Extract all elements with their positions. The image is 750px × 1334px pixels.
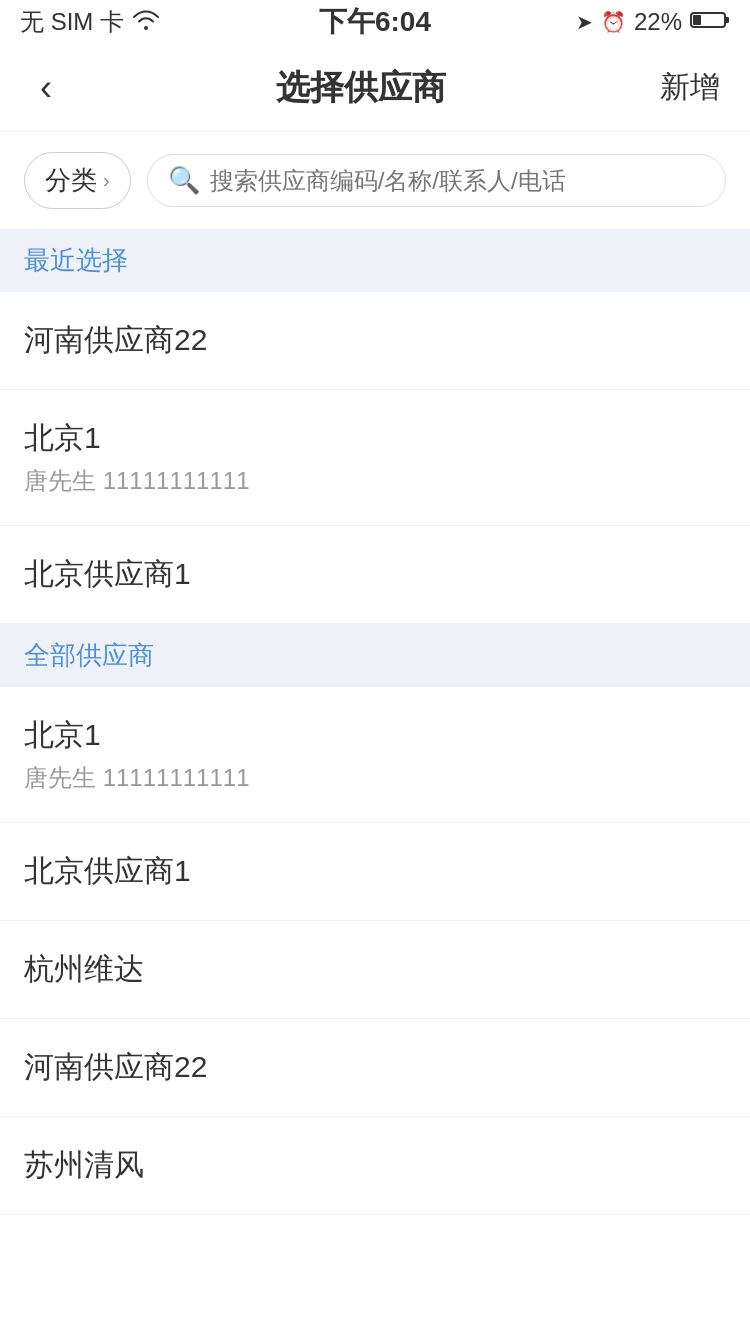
no-sim-text: 无 SIM 卡 xyxy=(20,6,124,38)
section-header-text-all: 全部供应商 xyxy=(24,640,154,670)
category-label: 分类 xyxy=(45,163,97,198)
item-name: 北京供应商1 xyxy=(24,851,726,892)
item-name: 河南供应商22 xyxy=(24,320,726,361)
list-item[interactable]: 苏州清风 xyxy=(0,1117,750,1215)
battery-icon xyxy=(690,8,730,36)
item-name: 北京1 xyxy=(24,418,726,459)
item-name: 杭州维达 xyxy=(24,949,726,990)
item-name: 河南供应商22 xyxy=(24,1047,726,1088)
section-header-all: 全部供应商 xyxy=(0,624,750,687)
list-item[interactable]: 杭州维达 xyxy=(0,921,750,1019)
search-box: 🔍 xyxy=(147,154,726,207)
search-input[interactable] xyxy=(210,167,705,195)
back-button[interactable]: ‹ xyxy=(30,57,62,119)
status-left: 无 SIM 卡 xyxy=(20,6,160,38)
item-name: 北京供应商1 xyxy=(24,554,726,595)
page-title: 选择供应商 xyxy=(276,65,446,111)
svg-rect-2 xyxy=(693,15,701,25)
list-item[interactable]: 北京供应商1 xyxy=(0,526,750,624)
category-button[interactable]: 分类 › xyxy=(24,152,131,209)
item-name: 苏州清风 xyxy=(24,1145,726,1186)
nav-bar: ‹ 选择供应商 新增 xyxy=(0,44,750,132)
status-right: ➤ ⏰ 22% xyxy=(576,8,730,36)
battery-text: 22% xyxy=(634,8,682,36)
list-item[interactable]: 北京供应商1 xyxy=(0,823,750,921)
item-sub: 唐先生 11111111111 xyxy=(24,762,726,794)
item-name: 北京1 xyxy=(24,715,726,756)
list-item[interactable]: 河南供应商22 xyxy=(0,292,750,390)
list-item[interactable]: 河南供应商22 xyxy=(0,1019,750,1117)
filter-bar: 分类 › 🔍 xyxy=(0,132,750,229)
alarm-icon: ⏰ xyxy=(601,10,626,34)
sections-container: 最近选择河南供应商22 北京1 唐先生 11111111111 北京供应商1 全部供应商… xyxy=(0,229,750,1215)
item-sub: 唐先生 11111111111 xyxy=(24,465,726,497)
list-item[interactable]: 北京1 唐先生 11111111111 xyxy=(0,390,750,526)
status-bar: 无 SIM 卡 下午6:04 ➤ ⏰ 22% xyxy=(0,0,750,44)
svg-rect-1 xyxy=(725,17,729,23)
section-header-recent: 最近选择 xyxy=(0,229,750,292)
list-item[interactable]: 北京1 唐先生 11111111111 xyxy=(0,687,750,823)
wifi-icon xyxy=(132,8,160,36)
section-header-text-recent: 最近选择 xyxy=(24,245,128,275)
chevron-right-icon: › xyxy=(103,169,110,192)
add-button[interactable]: 新增 xyxy=(660,67,720,108)
status-time: 下午6:04 xyxy=(319,3,431,41)
search-icon: 🔍 xyxy=(168,165,200,196)
location-icon: ➤ xyxy=(576,10,593,34)
